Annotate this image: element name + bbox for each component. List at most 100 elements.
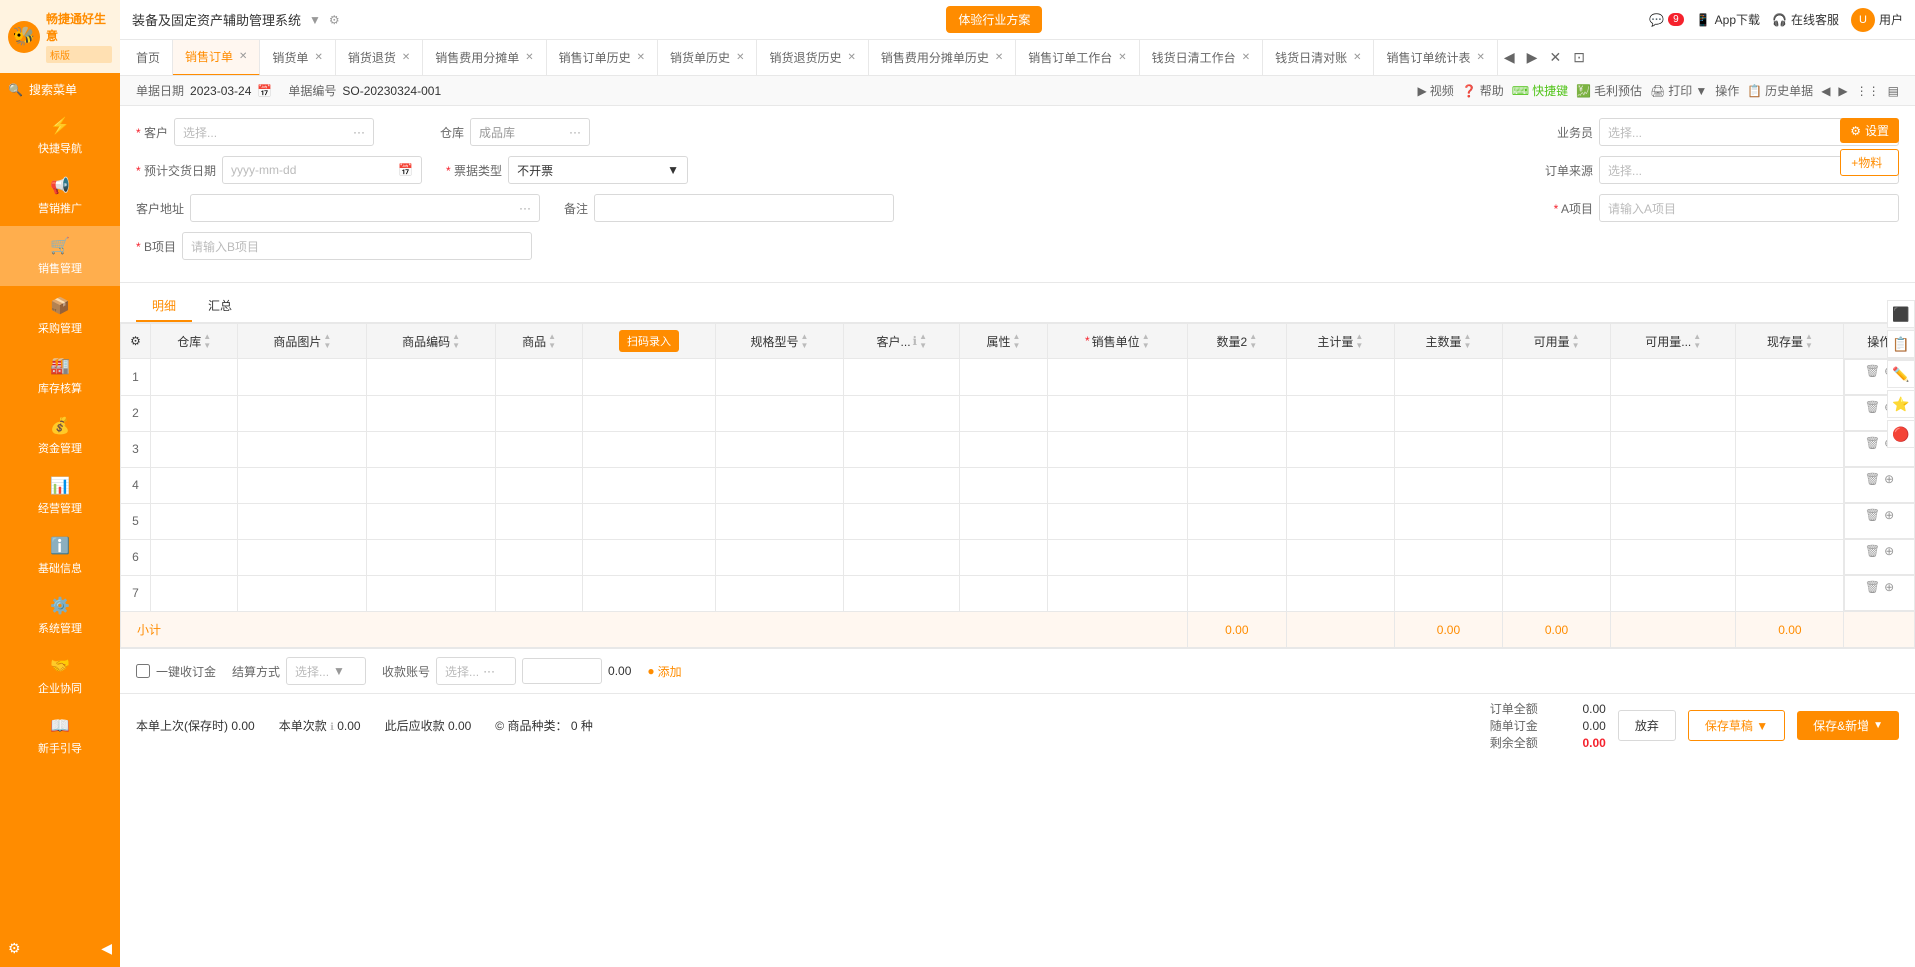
sidebar-item-inventory[interactable]: 🏭 库存核算	[0, 346, 120, 406]
row-customer-code[interactable]	[844, 431, 960, 467]
row-product-code[interactable]	[367, 575, 496, 612]
row-main-qty[interactable]	[1394, 539, 1502, 575]
layout-list-icon[interactable]: ▤	[1888, 84, 1899, 98]
row-sales-unit[interactable]	[1047, 359, 1187, 396]
row-qty2[interactable]	[1187, 503, 1286, 539]
row-sales-unit[interactable]	[1047, 503, 1187, 539]
customer-input[interactable]: 选择... ···	[174, 118, 374, 146]
sidebar-item-base-info[interactable]: ℹ️ 基础信息	[0, 526, 120, 586]
row-scan[interactable]	[583, 539, 715, 575]
col-spec[interactable]: 规格型号▲▼	[715, 324, 844, 359]
row-available-qty2[interactable]	[1611, 503, 1736, 539]
col-warehouse[interactable]: 仓库▲▼	[151, 324, 238, 359]
row-customer-code[interactable]	[844, 539, 960, 575]
history-button[interactable]: 📋 历史单据	[1747, 82, 1813, 99]
copy-row-icon[interactable]: ⊕	[1884, 472, 1894, 498]
col-main-qty[interactable]: 主数量▲▼	[1394, 324, 1502, 359]
row-current-qty[interactable]	[1736, 395, 1844, 431]
b-project-input[interactable]: 请输入B项目	[182, 232, 532, 260]
row-product-image[interactable]	[238, 467, 367, 503]
col-attribute[interactable]: 属性▲▼	[960, 324, 1047, 359]
save-draft-button[interactable]: 保存草稿 ▼	[1688, 710, 1785, 741]
sidebar-search[interactable]: 🔍 搜索菜单	[0, 73, 120, 106]
row-customer-code[interactable]	[844, 395, 960, 431]
row-product-image[interactable]	[238, 359, 367, 396]
row-attribute[interactable]	[960, 395, 1047, 431]
layout-grid-icon[interactable]: ⋮⋮	[1856, 84, 1880, 98]
row-available-qty[interactable]	[1503, 575, 1611, 612]
row-product-name[interactable]	[495, 503, 582, 539]
copy-row-icon[interactable]: ⊕	[1884, 580, 1894, 606]
tab-sales-order[interactable]: 销售订单 ✕	[173, 40, 260, 76]
row-customer-code[interactable]	[844, 467, 960, 503]
row-product-code[interactable]	[367, 395, 496, 431]
a-project-input[interactable]: 请输入A项目	[1599, 194, 1899, 222]
tab-return-history[interactable]: 销货退货历史 ✕	[757, 40, 868, 76]
save-new-button[interactable]: 保存&新增 ▼	[1797, 711, 1899, 740]
col-qty2[interactable]: 数量2▲▼	[1187, 324, 1286, 359]
row-product-code[interactable]	[367, 467, 496, 503]
tab-sales-invoice[interactable]: 销货单 ✕	[260, 40, 335, 76]
row-product-name[interactable]	[495, 467, 582, 503]
row-sales-unit[interactable]	[1047, 395, 1187, 431]
row-spec[interactable]	[715, 539, 844, 575]
delete-row-icon[interactable]: 🗑	[1865, 400, 1880, 426]
row-available-qty2[interactable]	[1611, 575, 1736, 612]
row-spec[interactable]	[715, 467, 844, 503]
row-current-qty[interactable]	[1736, 503, 1844, 539]
delete-row-icon[interactable]: 🗑	[1865, 364, 1880, 390]
row-main-unit[interactable]	[1286, 539, 1394, 575]
row-product-code[interactable]	[367, 539, 496, 575]
tab-close-icon[interactable]: ✕	[1242, 52, 1250, 63]
row-sales-unit[interactable]	[1047, 431, 1187, 467]
col-settings[interactable]: ⚙	[121, 324, 151, 359]
row-main-unit[interactable]	[1286, 503, 1394, 539]
calendar-icon[interactable]: 📅	[257, 84, 272, 98]
col-product-name[interactable]: 商品▲▼	[495, 324, 582, 359]
row-current-qty[interactable]	[1736, 359, 1844, 396]
tab-close-icon[interactable]: ✕	[1353, 52, 1361, 63]
row-available-qty2[interactable]	[1611, 467, 1736, 503]
col-available-qty[interactable]: 可用量▲▼	[1503, 324, 1611, 359]
layout-icon-1[interactable]: ◀	[1821, 84, 1830, 98]
row-sales-unit[interactable]	[1047, 575, 1187, 612]
row-customer-code[interactable]	[844, 503, 960, 539]
row-sales-unit[interactable]	[1047, 467, 1187, 503]
row-main-qty[interactable]	[1394, 467, 1502, 503]
sidebar-item-cooperation[interactable]: 🤝 企业协同	[0, 646, 120, 706]
row-customer-code[interactable]	[844, 359, 960, 396]
delete-row-icon[interactable]: 🗑	[1865, 580, 1880, 606]
row-warehouse[interactable]	[151, 575, 238, 612]
row-warehouse[interactable]	[151, 539, 238, 575]
sidebar-item-sales[interactable]: 🛒 销售管理	[0, 226, 120, 286]
tab-next-button[interactable]: ▶	[1521, 49, 1544, 66]
settings-bottom-icon[interactable]: ⚙	[8, 940, 21, 957]
tab-fee-history[interactable]: 销售费用分摊单历史 ✕	[869, 40, 1016, 76]
delete-row-icon[interactable]: 🗑	[1865, 508, 1880, 534]
gear-settings-icon[interactable]: ⚙	[329, 13, 340, 27]
customer-address-input[interactable]: ···	[190, 194, 540, 222]
col-customer-code[interactable]: 客户...ℹ▲▼	[844, 324, 960, 359]
table-scroll-container[interactable]: ⚙ 仓库▲▼ 商品图片▲▼ 商品编码▲▼ 商品▲▼	[120, 323, 1915, 648]
row-qty2[interactable]	[1187, 395, 1286, 431]
tab-prev-button[interactable]: ◀	[1498, 49, 1521, 66]
settlement-input[interactable]: 选择... ▼	[286, 657, 366, 685]
profit-button[interactable]: 💹 毛利预估	[1576, 82, 1642, 99]
col-product-image[interactable]: 商品图片▲▼	[238, 324, 367, 359]
row-product-code[interactable]	[367, 431, 496, 467]
right-side-btn-4[interactable]: ⭐	[1887, 390, 1915, 418]
row-main-unit[interactable]	[1286, 359, 1394, 396]
help-button[interactable]: ❓ 帮助	[1462, 82, 1504, 99]
row-spec[interactable]	[715, 359, 844, 396]
row-current-qty[interactable]	[1736, 431, 1844, 467]
tab-sales-invoice-history[interactable]: 销货单历史 ✕	[658, 40, 757, 76]
collapse-icon[interactable]: ◀	[101, 940, 112, 957]
right-side-btn-2[interactable]: 📋	[1887, 330, 1915, 358]
row-attribute[interactable]	[960, 467, 1047, 503]
row-available-qty2[interactable]	[1611, 395, 1736, 431]
row-product-name[interactable]	[495, 575, 582, 612]
row-qty2[interactable]	[1187, 539, 1286, 575]
layout-icon-2[interactable]: ▶	[1838, 84, 1847, 98]
tab-daily-workbench[interactable]: 钱货日清工作台 ✕	[1140, 40, 1263, 76]
operate-button[interactable]: 操作	[1715, 82, 1739, 99]
